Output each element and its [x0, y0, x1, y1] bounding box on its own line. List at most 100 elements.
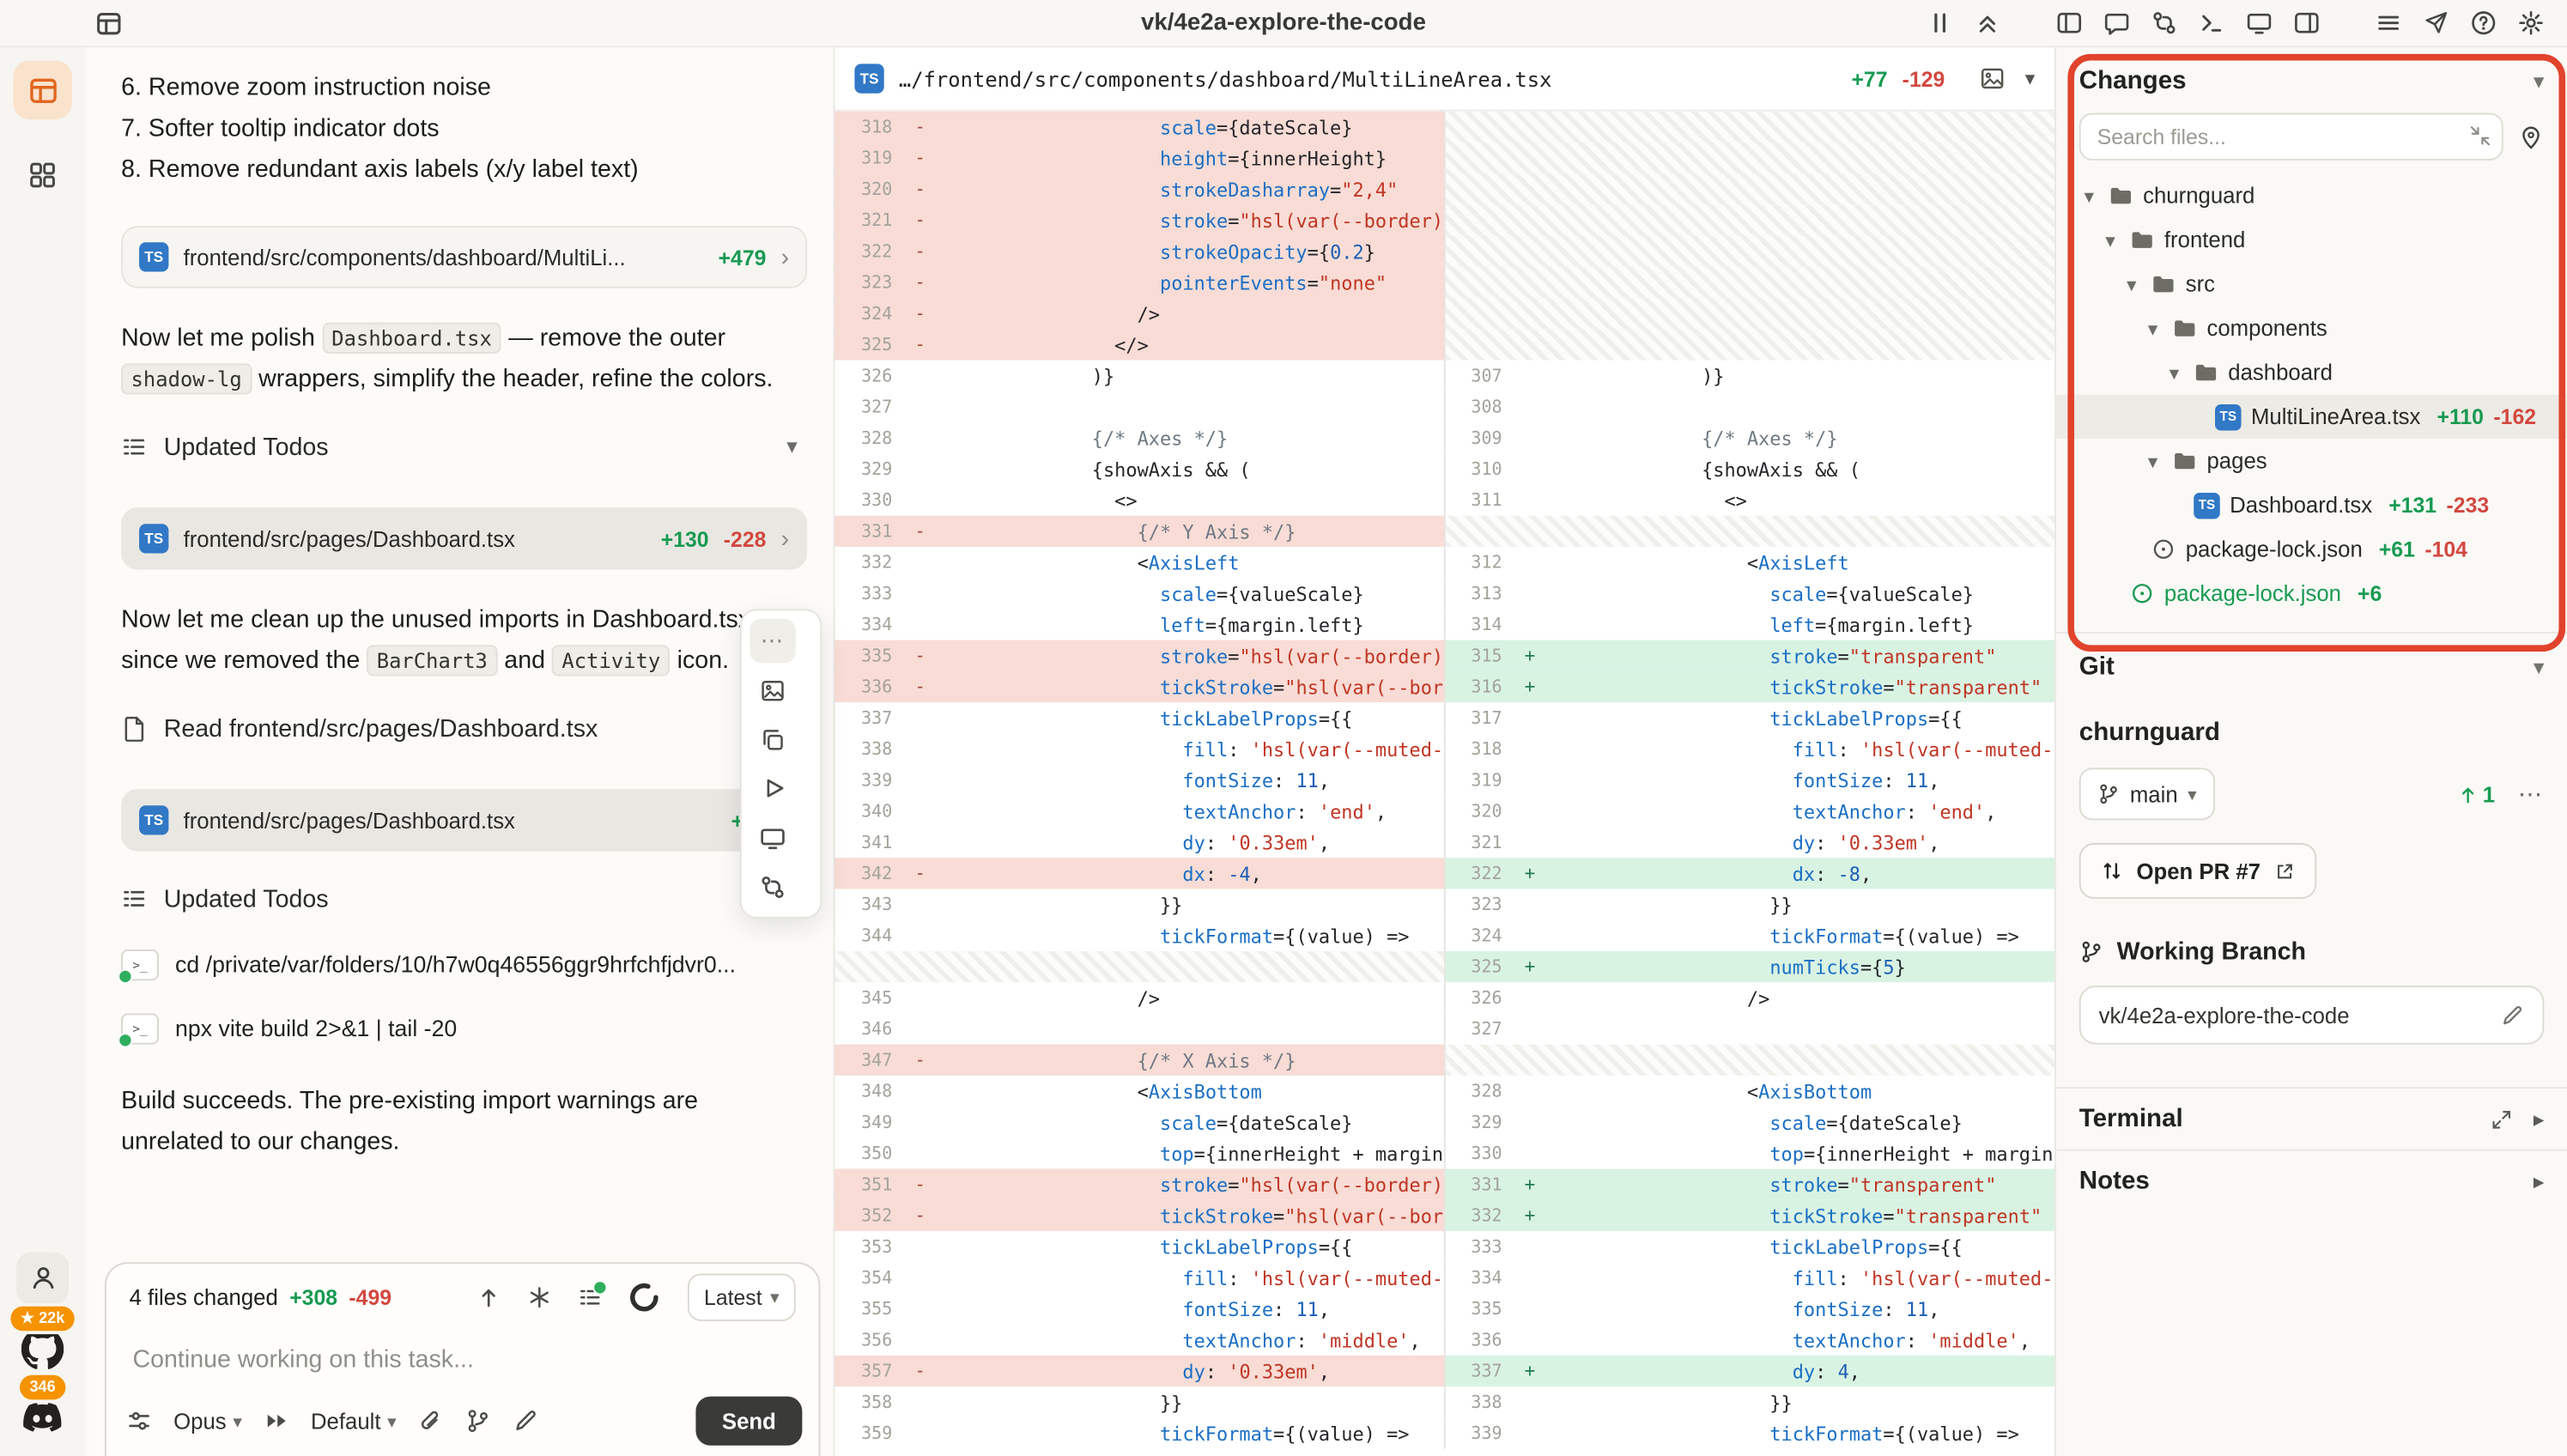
- open-pr-button[interactable]: Open PR #7: [2079, 843, 2316, 899]
- fast-forward-icon[interactable]: [264, 1408, 290, 1435]
- git-more-menu[interactable]: ⋯: [2518, 780, 2545, 809]
- updated-todos-row[interactable]: Updated Todos ▾: [121, 422, 807, 471]
- settings-gear-icon[interactable]: [2518, 9, 2545, 36]
- collapse-all-icon[interactable]: [1975, 9, 2001, 36]
- diff-marker: -: [907, 520, 933, 542]
- tree-folder-dashboard[interactable]: ▾dashboard: [2056, 350, 2567, 394]
- updated-todos-row[interactable]: Updated Todos ▾: [121, 874, 807, 923]
- diff-filler: [1445, 204, 2054, 235]
- line-number: 310: [1445, 459, 1517, 479]
- code-text: textAnchor: 'end',: [1543, 800, 2054, 823]
- diff-row: 350 top={innerHeight + margin.top}330 to…: [835, 1138, 2055, 1168]
- diff-marker: +: [1517, 863, 1544, 884]
- copy-button[interactable]: [749, 717, 795, 761]
- diff-button[interactable]: [749, 864, 795, 908]
- preview-button[interactable]: [749, 816, 795, 859]
- tree-folder-churnguard[interactable]: ▾churnguard: [2056, 173, 2567, 217]
- diff-panel: TS …/frontend/src/components/dashboard/M…: [835, 47, 2055, 1456]
- scroll-up-icon[interactable]: [476, 1284, 501, 1309]
- file-change-card[interactable]: TS frontend/src/pages/Dashboard.tsx +130…: [121, 507, 807, 569]
- composer-input[interactable]: [130, 1336, 803, 1381]
- code-text: fontSize: 11,: [1543, 768, 2054, 792]
- monitor-icon[interactable]: [2246, 9, 2273, 36]
- panel-right-icon[interactable]: [2294, 9, 2321, 36]
- diff-body[interactable]: 318- scale={dateScale}319- height={inner…: [835, 112, 2055, 1456]
- code-text: strokeDasharray="2,4": [933, 178, 1443, 201]
- tree-file-multilinearea[interactable]: TSMultiLineArea.tsx+110-162: [2056, 395, 2567, 439]
- diff-row: 318- scale={dateScale}: [835, 112, 2055, 143]
- sliders-icon[interactable]: [126, 1408, 153, 1435]
- pause-icon[interactable]: [1927, 9, 1953, 36]
- diff-header: TS …/frontend/src/components/dashboard/M…: [835, 47, 2055, 111]
- pen-icon[interactable]: [513, 1408, 539, 1435]
- version-dropdown[interactable]: Latest ▾: [688, 1273, 796, 1320]
- help-icon[interactable]: [2470, 9, 2497, 36]
- chat-bubble-icon[interactable]: [2103, 9, 2130, 36]
- workspace-tab-active[interactable]: [13, 61, 72, 120]
- diff-marker: +: [1517, 1174, 1544, 1195]
- github-link[interactable]: ★ 22k: [13, 1324, 72, 1373]
- tree-file-package-lock-new[interactable]: package-lock.json+6: [2056, 572, 2567, 616]
- tree-folder-components[interactable]: ▾components: [2056, 306, 2567, 350]
- share-icon[interactable]: [2423, 9, 2449, 36]
- menu-icon[interactable]: [2376, 9, 2402, 36]
- notes-section-header[interactable]: Notes ▸: [2056, 1150, 2567, 1211]
- diff-row: 327308: [835, 391, 2055, 422]
- tree-file-dashboard-tsx[interactable]: TSDashboard.tsx+131-233: [2056, 483, 2567, 527]
- diff-row: 358 }}338 }}: [835, 1386, 2055, 1417]
- chevron-down-icon: ▾: [2534, 69, 2544, 95]
- line-number: 318: [835, 117, 907, 136]
- diff-line: 320- strokeDasharray="2,4": [835, 173, 1445, 204]
- tree-folder-frontend[interactable]: ▾frontend: [2056, 218, 2567, 262]
- diff-row: 359 tickFormat={(value) =>339 tickFormat…: [835, 1417, 2055, 1448]
- panel-left-icon[interactable]: [2056, 9, 2083, 36]
- diff-line: 340 textAnchor: 'end',: [835, 796, 1445, 827]
- branch-icon[interactable]: [465, 1408, 492, 1435]
- todos-status-button[interactable]: [578, 1284, 603, 1309]
- diff-marker: -: [907, 116, 933, 137]
- git-compare-icon[interactable]: [2151, 9, 2178, 36]
- pin-icon[interactable]: [2518, 124, 2545, 150]
- image-view-icon[interactable]: [1979, 65, 2006, 92]
- changes-search-row: [2079, 113, 2545, 161]
- layout-icon[interactable]: [95, 9, 123, 36]
- monitor-icon: [760, 824, 786, 851]
- diff-row: 319- height={innerHeight}: [835, 143, 2055, 173]
- branch-icon: [2079, 940, 2104, 965]
- terminal-icon[interactable]: [2199, 9, 2225, 36]
- file-change-card[interactable]: TS frontend/src/components/dashboard/Mul…: [121, 226, 807, 288]
- spark-icon[interactable]: [527, 1284, 552, 1309]
- screenshot-button[interactable]: [749, 668, 795, 712]
- message-hover-toolbar: ⋯: [740, 609, 822, 918]
- tree-folder-pages[interactable]: ▾pages: [2056, 439, 2567, 482]
- more-actions-button[interactable]: ⋯: [749, 619, 795, 663]
- collapse-tree-icon[interactable]: [2469, 124, 2492, 148]
- line-number: 355: [835, 1299, 907, 1319]
- model-dropdown[interactable]: Opus▾: [173, 1409, 242, 1434]
- attachment-icon[interactable]: [417, 1408, 444, 1435]
- expand-icon[interactable]: [2491, 1107, 2514, 1131]
- tree-file-package-lock[interactable]: package-lock.json+61-104: [2056, 527, 2567, 571]
- code-text: textAnchor: 'middle',: [933, 1328, 1443, 1351]
- tool-read-row[interactable]: Read frontend/src/pages/Dashboard.tsx: [121, 704, 807, 753]
- search-files-input[interactable]: [2079, 113, 2503, 161]
- run-button[interactable]: [749, 766, 795, 810]
- pencil-icon[interactable]: [2500, 1003, 2525, 1028]
- file-change-card[interactable]: TS frontend/src/pages/Dashboard.tsx +1 -…: [121, 789, 807, 851]
- branch-selector[interactable]: main ▾: [2079, 767, 2215, 820]
- working-branch-field[interactable]: vk/4e2a-explore-the-code: [2079, 986, 2545, 1045]
- terminal-section-header[interactable]: Terminal ▸: [2056, 1087, 2567, 1149]
- changes-section-header[interactable]: Changes ▾: [2056, 47, 2567, 106]
- send-button[interactable]: Send: [695, 1397, 802, 1446]
- terminal-command-row[interactable]: >_ npx vite build 2>&1 | tail -20: [121, 1005, 807, 1051]
- chevron-down-icon[interactable]: ▾: [2025, 67, 2036, 90]
- terminal-command-row[interactable]: >_ cd /private/var/folders/10/h7w0q46556…: [121, 941, 807, 986]
- grid-view-button[interactable]: [13, 146, 72, 205]
- mode-dropdown[interactable]: Default▾: [311, 1409, 397, 1434]
- tree-folder-src[interactable]: ▾src: [2056, 262, 2567, 306]
- discord-link[interactable]: 346: [13, 1392, 72, 1441]
- chevron-right-icon: ▸: [2534, 1168, 2544, 1195]
- account-button[interactable]: [16, 1252, 69, 1304]
- git-section-header[interactable]: Git ▾: [2056, 634, 2567, 693]
- line-number: 336: [1445, 1330, 1517, 1350]
